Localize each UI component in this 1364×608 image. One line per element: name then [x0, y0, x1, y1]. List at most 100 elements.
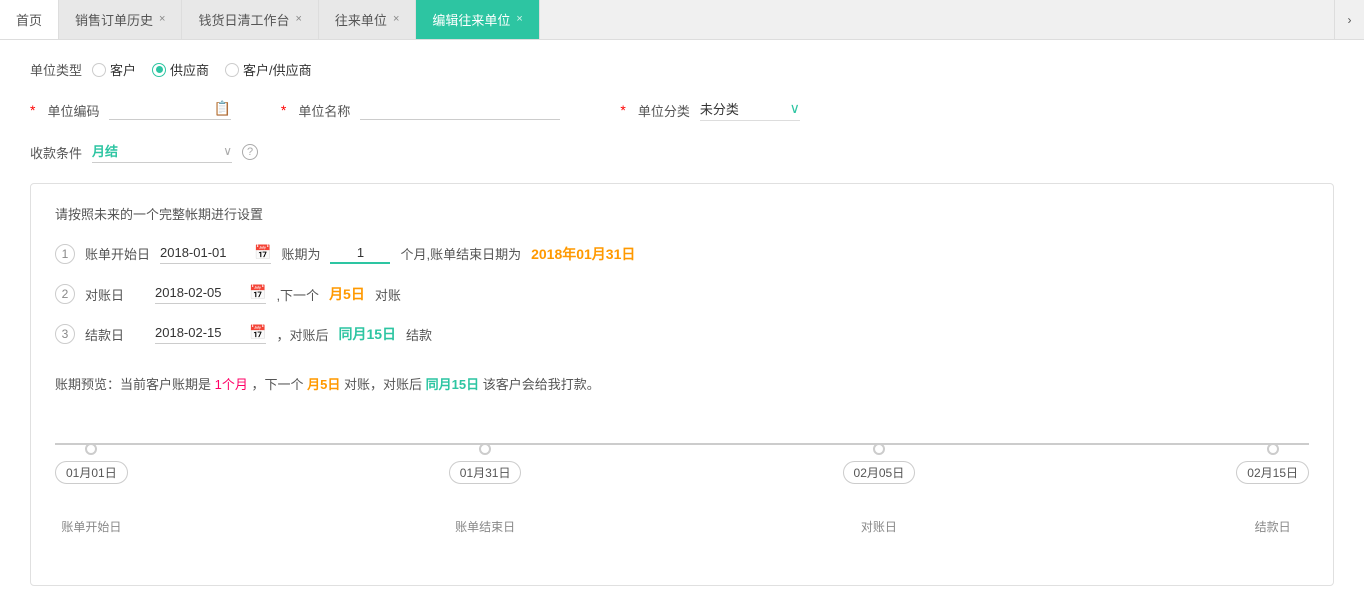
period-num-3: 3: [55, 324, 75, 344]
unit-info-row: * 单位编码 000001 📋 * 单位名称 河南供应商22 * 单位分类 未分…: [30, 99, 1334, 121]
start-date-icon[interactable]: 📅: [254, 244, 271, 261]
preview-suffix: 该客户会给我打款。: [483, 377, 600, 392]
unit-code-star: *: [30, 102, 35, 118]
unit-cat-select[interactable]: 未分类 ∨: [700, 99, 800, 121]
tab-partner-label: 往来单位: [335, 10, 387, 29]
payment-label: 收款条件: [30, 143, 82, 162]
tab-edit-label: 编辑往来单位: [432, 10, 510, 29]
unit-name-label: 单位名称: [298, 101, 350, 120]
period-2-pre: ,下一个: [276, 285, 319, 304]
start-date-field: 📅: [160, 244, 271, 264]
radio-supplier-label: 供应商: [170, 60, 209, 79]
tab-cash-label: 钱货日清工作台: [198, 10, 289, 29]
preview-part1: 1个月: [215, 377, 248, 392]
timeline-date-2: 02月05日: [843, 461, 916, 484]
radio-customer-circle: [92, 63, 106, 77]
timeline-point-2: 02月05日 对账日: [843, 443, 916, 535]
radio-customer-label: 客户: [110, 60, 136, 79]
period-num-2: 2: [55, 284, 75, 304]
period-section: 请按照未来的一个完整帐期进行设置 1 账单开始日 📅 账期为 个月,账单结束日期…: [30, 183, 1334, 586]
payment-value: 月结: [92, 141, 223, 160]
payment-select[interactable]: 月结 ∨: [92, 141, 232, 163]
period-row-2: 2 对账日 📅 ,下一个 月5日 对账: [55, 284, 1309, 304]
main-content: 单位类型 客户 供应商 客户/供应商 * 单位编码 000001 📋 * 单位名…: [0, 40, 1364, 608]
tab-partner[interactable]: 往来单位 ×: [319, 0, 416, 39]
radio-both-circle: [225, 63, 239, 77]
reconcile-date-field: 📅: [155, 284, 266, 304]
period-1-suffix-pre: 账期为: [281, 244, 320, 263]
period-1-end-date: 2018年01月31日: [531, 244, 635, 264]
unit-cat-arrow: ∨: [790, 100, 800, 117]
period-row-3: 3 结款日 📅 ，对账后 同月15日 结款: [55, 324, 1309, 344]
period-3-pre: ，对账后: [276, 325, 328, 344]
timeline-dot-0: [85, 443, 97, 455]
unit-cat-label: 单位分类: [638, 101, 690, 120]
timeline-point-3: 02月15日 结款日: [1236, 443, 1309, 535]
tab-sales-history[interactable]: 销售订单历史 ×: [59, 0, 182, 39]
tab-partner-close[interactable]: ×: [393, 14, 399, 25]
section-title: 请按照未来的一个完整帐期进行设置: [55, 204, 1309, 223]
unit-code-icon[interactable]: 📋: [213, 100, 230, 117]
preview-prefix: 账期预览：当前客户账期是: [55, 377, 211, 392]
preview-part3: 同月15日: [426, 377, 479, 392]
tab-home-label: 首页: [16, 10, 42, 29]
tab-cash-work[interactable]: 钱货日清工作台 ×: [182, 0, 318, 39]
timeline-label-2: 对账日: [861, 518, 897, 535]
radio-supplier-circle: [152, 63, 166, 77]
timeline-point-0: 01月01日 账单开始日: [55, 443, 128, 535]
preview-part2: 月5日: [307, 377, 340, 392]
unit-code-label: 单位编码: [47, 101, 99, 120]
period-3-post: 结款: [406, 325, 432, 344]
radio-both[interactable]: 客户/供应商: [225, 60, 312, 79]
unit-name-star: *: [281, 102, 286, 118]
timeline-dot-2: [873, 443, 885, 455]
period-row-1: 1 账单开始日 📅 账期为 个月,账单结束日期为 2018年01月31日: [55, 243, 1309, 264]
tab-bar: 首页 销售订单历史 × 钱货日清工作台 × 往来单位 × 编辑往来单位 × ›: [0, 0, 1364, 40]
unit-cat-star: *: [620, 102, 625, 118]
period-1-suffix-post: 个月,账单结束日期为: [400, 244, 521, 263]
timeline-label-3: 结款日: [1255, 518, 1291, 535]
radio-customer[interactable]: 客户: [92, 60, 136, 79]
timeline-points: 01月01日 账单开始日 01月31日 账单结束日 02月05日 对账日 02月…: [55, 443, 1309, 535]
payment-help-icon[interactable]: ?: [242, 144, 258, 160]
payment-date-field: 📅: [155, 324, 266, 344]
start-date-input[interactable]: [160, 245, 250, 260]
timeline-date-0: 01月01日: [55, 461, 128, 484]
payment-arrow: ∨: [223, 144, 232, 158]
tab-edit-close[interactable]: ×: [516, 14, 522, 25]
period-num-1: 1: [55, 244, 75, 264]
preview-mid1: ，下一个: [252, 377, 304, 392]
period-3-highlight: 同月15日: [338, 324, 396, 344]
unit-code-input[interactable]: 000001: [109, 101, 209, 116]
preview-mid2: 对账，对账后: [344, 377, 422, 392]
reconcile-date-input[interactable]: [155, 285, 245, 300]
months-input[interactable]: [330, 243, 390, 264]
tab-home[interactable]: 首页: [0, 0, 59, 39]
timeline-point-1: 01月31日 账单结束日: [449, 443, 522, 535]
timeline: 01月01日 账单开始日 01月31日 账单结束日 02月05日 对账日 02月…: [55, 423, 1309, 565]
payment-date-icon[interactable]: 📅: [249, 324, 266, 341]
period-label-3: 结款日: [85, 325, 145, 344]
tab-sales-close[interactable]: ×: [159, 14, 165, 25]
tab-cash-close[interactable]: ×: [295, 14, 301, 25]
payment-date-input[interactable]: [155, 325, 245, 340]
tab-edit-partner[interactable]: 编辑往来单位 ×: [416, 0, 539, 39]
period-label-2: 对账日: [85, 285, 145, 304]
tab-sales-label: 销售订单历史: [75, 10, 153, 29]
unit-code-field: 000001 📋: [109, 100, 230, 120]
payment-row: 收款条件 月结 ∨ ?: [30, 141, 1334, 163]
unit-type-label: 单位类型: [30, 60, 82, 79]
preview-text: 账期预览：当前客户账期是 1个月 ，下一个 月5日 对账，对账后 同月15日 该…: [55, 364, 1309, 403]
period-label-1: 账单开始日: [85, 244, 150, 263]
period-2-post: 对账: [375, 285, 401, 304]
period-2-highlight: 月5日: [329, 284, 365, 304]
tab-more-arrow[interactable]: ›: [1334, 0, 1364, 39]
unit-cat-value: 未分类: [700, 99, 790, 118]
timeline-date-1: 01月31日: [449, 461, 522, 484]
reconcile-date-icon[interactable]: 📅: [249, 284, 266, 301]
radio-supplier[interactable]: 供应商: [152, 60, 209, 79]
unit-name-input[interactable]: 河南供应商22: [360, 100, 560, 120]
timeline-dot-3: [1267, 443, 1279, 455]
unit-type-radios: 客户 供应商 客户/供应商: [92, 60, 312, 79]
timeline-date-3: 02月15日: [1236, 461, 1309, 484]
